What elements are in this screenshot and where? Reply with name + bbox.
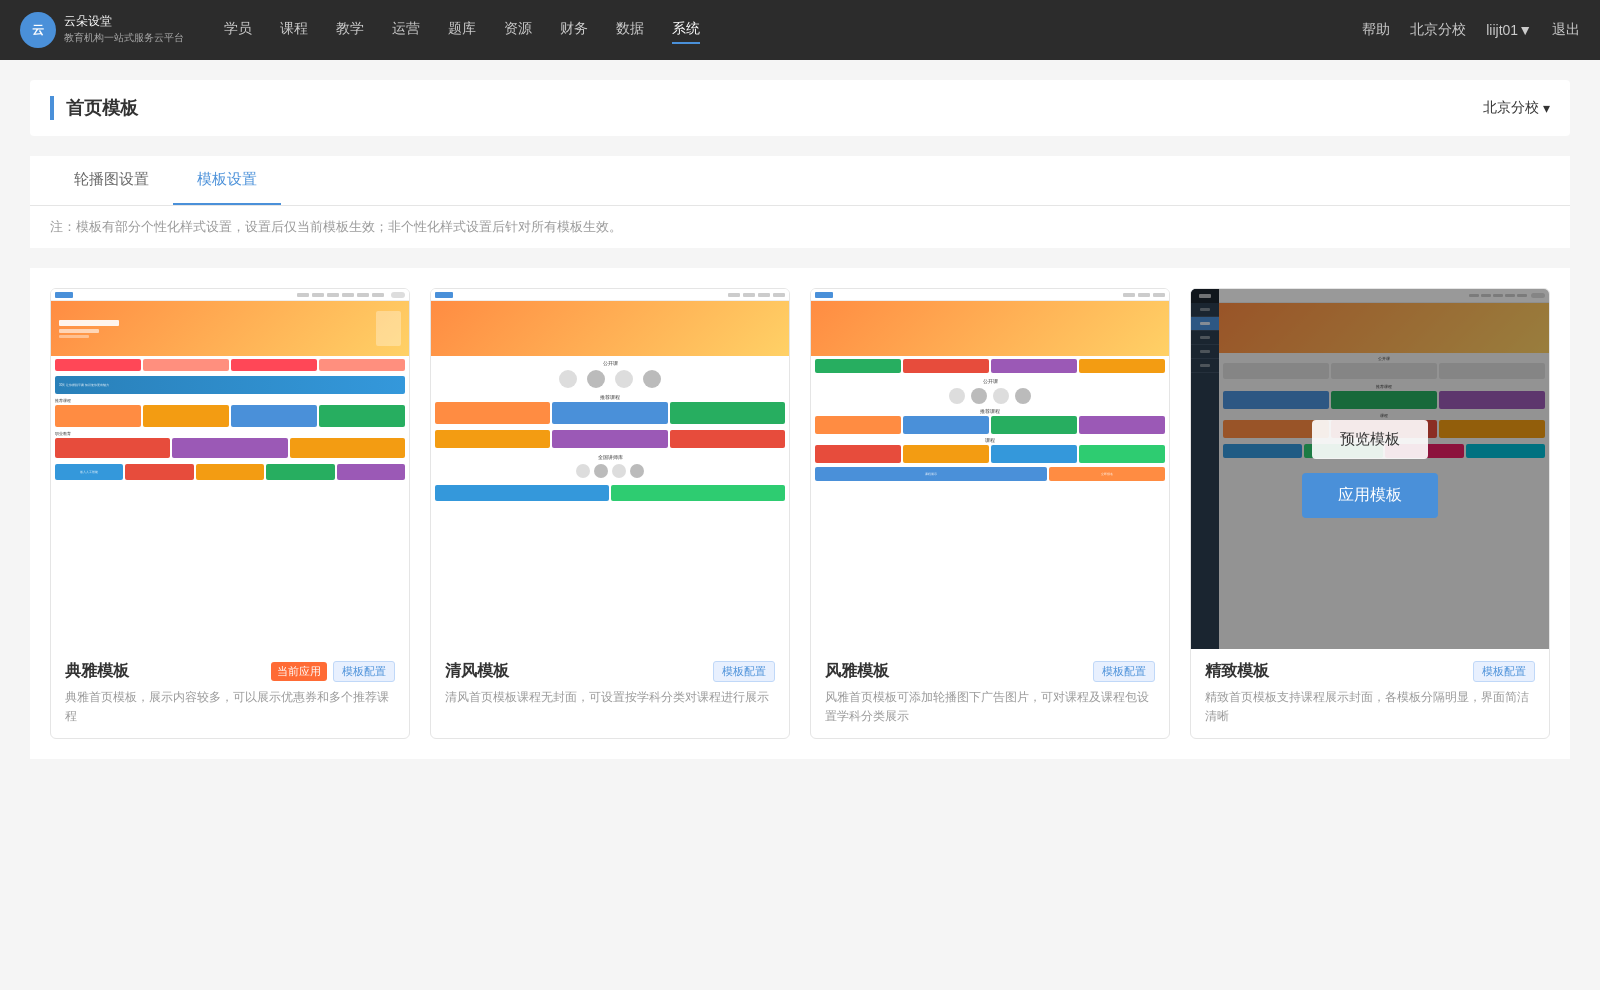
- badge-config-2[interactable]: 模板配置: [713, 661, 775, 682]
- template-footer-2: 清风模板 模板配置 清风首页模板课程无封面，可设置按学科分类对课程进行展示: [431, 649, 789, 719]
- nav-link-courses[interactable]: 课程: [280, 16, 308, 44]
- template-footer-1: 典雅模板 当前应用 模板配置 典雅首页模板，展示内容较多，可以展示优惠券和多个推…: [51, 649, 409, 738]
- logo-icon: 云: [20, 12, 56, 48]
- templates-grid: 30天 让你摆脱平庸 知识使你更有魅力 推荐课程: [50, 288, 1550, 739]
- tab-template[interactable]: 模板设置: [173, 156, 281, 205]
- badge-config-4[interactable]: 模板配置: [1473, 661, 1535, 682]
- template-badges-1: 当前应用 模板配置: [271, 661, 395, 682]
- template-preview-4[interactable]: 公开课 推荐课程: [1191, 289, 1549, 649]
- main-content: 首页模板 北京分校 ▾ 轮播图设置 模板设置 注：模板有部分个性化样式设置，设置…: [0, 60, 1600, 779]
- template-preview-2[interactable]: 公开课 推荐课程: [431, 289, 789, 649]
- preview-button-4[interactable]: 预览模板: [1312, 420, 1428, 459]
- template-preview-3[interactable]: 公开课 推荐课程: [811, 289, 1169, 649]
- preview-button-2[interactable]: 预览模板: [552, 420, 668, 459]
- page-header: 首页模板 北京分校 ▾: [30, 80, 1570, 136]
- user-menu[interactable]: liijt01▼: [1486, 22, 1532, 38]
- chevron-down-icon: ▾: [1543, 100, 1550, 116]
- template-desc-4: 精致首页模板支持课程展示封面，各模板分隔明显，界面简洁清晰: [1205, 688, 1535, 726]
- template-footer-3: 风雅模板 模板配置 风雅首页模板可添加轮播图下广告图片，可对课程及课程包设置学科…: [811, 649, 1169, 738]
- nav-link-data[interactable]: 数据: [616, 16, 644, 44]
- template-footer-4: 精致模板 模板配置 精致首页模板支持课程展示封面，各模板分隔明显，界面简洁清晰: [1191, 649, 1549, 738]
- nav-link-resources[interactable]: 资源: [504, 16, 532, 44]
- template-badges-2: 模板配置: [713, 661, 775, 682]
- apply-button-1[interactable]: 应用模板: [162, 473, 298, 518]
- notice-text: 注：模板有部分个性化样式设置，设置后仅当前模板生效；非个性化样式设置后针对所有模…: [30, 206, 1570, 248]
- branch-link[interactable]: 北京分校: [1410, 21, 1466, 39]
- badge-config-1[interactable]: 模板配置: [333, 661, 395, 682]
- logo-text: 云朵设堂教育机构一站式服务云平台: [64, 14, 184, 45]
- template-name-1: 典雅模板: [65, 661, 129, 682]
- branch-name: 北京分校: [1483, 99, 1539, 117]
- navbar: 云 云朵设堂教育机构一站式服务云平台 学员 课程 教学 运营 题库 资源 财务 …: [0, 0, 1600, 60]
- template-name-3: 风雅模板: [825, 661, 889, 682]
- help-link[interactable]: 帮助: [1362, 21, 1390, 39]
- template-overlay-4: 预览模板 应用模板: [1191, 289, 1549, 649]
- template-badges-4: 模板配置: [1473, 661, 1535, 682]
- nav-link-students[interactable]: 学员: [224, 16, 252, 44]
- templates-section: 30天 让你摆脱平庸 知识使你更有魅力 推荐课程: [30, 268, 1570, 759]
- navbar-right: 帮助 北京分校 liijt01▼ 退出: [1362, 21, 1580, 39]
- apply-button-4[interactable]: 应用模板: [1302, 473, 1438, 518]
- nav-links: 学员 课程 教学 运营 题库 资源 财务 数据 系统: [224, 16, 700, 44]
- template-card-4: 公开课 推荐课程: [1190, 288, 1550, 739]
- nav-link-teaching[interactable]: 教学: [336, 16, 364, 44]
- template-badges-3: 模板配置: [1093, 661, 1155, 682]
- template-name-2: 清风模板: [445, 661, 509, 682]
- template-desc-1: 典雅首页模板，展示内容较多，可以展示优惠券和多个推荐课程: [65, 688, 395, 726]
- tabs-container: 轮播图设置 模板设置: [30, 156, 1570, 206]
- nav-link-finance[interactable]: 财务: [560, 16, 588, 44]
- nav-link-operations[interactable]: 运营: [392, 16, 420, 44]
- badge-config-3[interactable]: 模板配置: [1093, 661, 1155, 682]
- apply-button-3[interactable]: 应用模板: [922, 473, 1058, 518]
- nav-link-questions[interactable]: 题库: [448, 16, 476, 44]
- template-card-3: 公开课 推荐课程: [810, 288, 1170, 739]
- logout-link[interactable]: 退出: [1552, 21, 1580, 39]
- apply-button-2[interactable]: 应用模板: [542, 473, 678, 518]
- navbar-left: 云 云朵设堂教育机构一站式服务云平台 学员 课程 教学 运营 题库 资源 财务 …: [20, 12, 700, 48]
- template-name-4: 精致模板: [1205, 661, 1269, 682]
- page-title: 首页模板: [50, 96, 138, 120]
- preview-button-1[interactable]: 预览模板: [172, 420, 288, 459]
- nav-link-system[interactable]: 系统: [672, 16, 700, 44]
- badge-current-1: 当前应用: [271, 662, 327, 681]
- template-card-1: 30天 让你摆脱平庸 知识使你更有魅力 推荐课程: [50, 288, 410, 739]
- preview-button-3[interactable]: 预览模板: [932, 420, 1048, 459]
- tabs: 轮播图设置 模板设置: [50, 156, 1550, 205]
- template-desc-2: 清风首页模板课程无封面，可设置按学科分类对课程进行展示: [445, 688, 775, 707]
- logo: 云 云朵设堂教育机构一站式服务云平台: [20, 12, 184, 48]
- branch-selector[interactable]: 北京分校 ▾: [1483, 99, 1550, 117]
- template-card-2: 公开课 推荐课程: [430, 288, 790, 739]
- template-desc-3: 风雅首页模板可添加轮播图下广告图片，可对课程及课程包设置学科分类展示: [825, 688, 1155, 726]
- tab-carousel[interactable]: 轮播图设置: [50, 156, 173, 205]
- template-preview-1[interactable]: 30天 让你摆脱平庸 知识使你更有魅力 推荐课程: [51, 289, 409, 649]
